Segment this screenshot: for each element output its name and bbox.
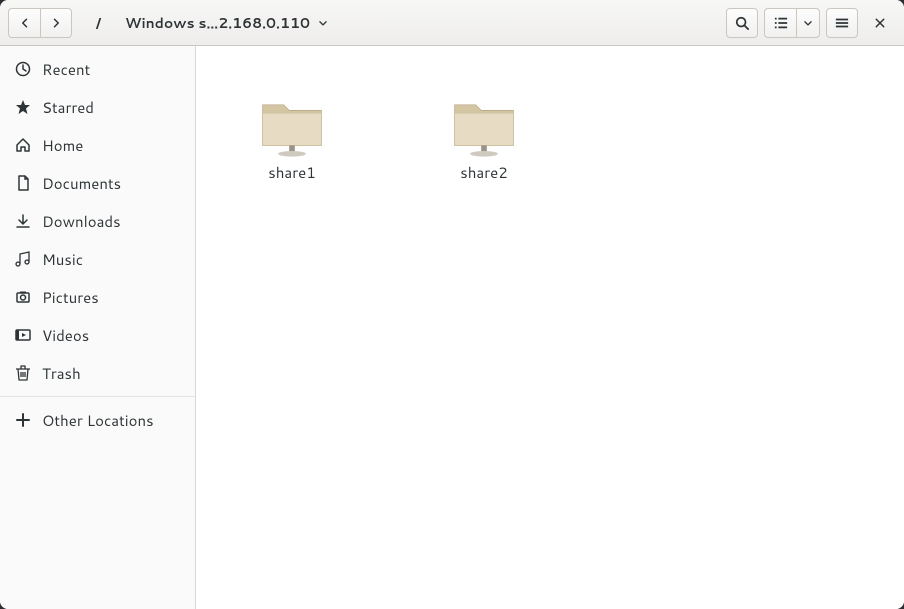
main-area: Recent Starred Home Documents Downloads …: [0, 46, 904, 609]
folder-label: share2: [460, 162, 507, 183]
plus-icon: [14, 412, 32, 428]
sidebar-item-label: Videos: [42, 325, 89, 346]
sidebar-item-label: Music: [42, 249, 83, 270]
sidebar-item-other-locations[interactable]: Other Locations: [0, 401, 195, 439]
videos-icon: [14, 327, 32, 343]
sidebar-item-home[interactable]: Home: [0, 126, 195, 164]
network-folder-icon: [244, 62, 340, 158]
star-icon: [14, 99, 32, 115]
file-manager-window: / Windows s…2.168.0.110: [0, 0, 904, 609]
sidebar-separator: [0, 396, 195, 397]
search-icon: [735, 16, 749, 30]
view-toggle-button[interactable]: [764, 8, 796, 38]
chevron-down-icon: [803, 18, 813, 28]
documents-icon: [14, 175, 32, 191]
list-view-icon: [774, 16, 788, 30]
sidebar-item-downloads[interactable]: Downloads: [0, 202, 195, 240]
chevron-left-icon: [19, 17, 31, 29]
hamburger-icon: [835, 16, 849, 30]
hamburger-menu-button[interactable]: [826, 8, 858, 38]
network-folder-icon: [436, 62, 532, 158]
icons-grid: share1 share2: [196, 62, 904, 183]
sidebar-item-trash[interactable]: Trash: [0, 354, 195, 392]
search-button[interactable]: [726, 8, 758, 38]
sidebar-item-documents[interactable]: Documents: [0, 164, 195, 202]
clock-icon: [14, 61, 32, 77]
forward-button[interactable]: [40, 8, 72, 38]
folder-item[interactable]: share1: [196, 62, 388, 183]
path-root[interactable]: /: [86, 7, 111, 39]
folder-label: share1: [268, 162, 315, 183]
folder-item[interactable]: share2: [388, 62, 580, 183]
sidebar-item-starred[interactable]: Starred: [0, 88, 195, 126]
path-current[interactable]: Windows s…2.168.0.110: [115, 7, 338, 39]
sidebar-item-label: Home: [42, 135, 83, 156]
sidebar-item-videos[interactable]: Videos: [0, 316, 195, 354]
sidebar-item-label: Downloads: [42, 211, 121, 232]
sidebar-item-recent[interactable]: Recent: [0, 50, 195, 88]
music-icon: [14, 251, 32, 267]
sidebar-item-label: Trash: [42, 363, 81, 384]
sidebar-item-label: Other Locations: [42, 410, 154, 431]
path-current-label: Windows s…2.168.0.110: [125, 13, 310, 33]
pictures-icon: [14, 289, 32, 305]
nav-buttons: [8, 8, 72, 38]
view-buttons: [764, 8, 820, 38]
sidebar-item-label: Starred: [42, 97, 94, 118]
trash-icon: [14, 365, 32, 381]
close-button[interactable]: [864, 8, 896, 38]
pathbar: / Windows s…2.168.0.110: [86, 7, 338, 39]
sidebar-item-pictures[interactable]: Pictures: [0, 278, 195, 316]
chevron-right-icon: [50, 17, 62, 29]
sidebar-item-label: Pictures: [42, 287, 99, 308]
close-icon: [874, 17, 886, 29]
downloads-icon: [14, 213, 32, 229]
sidebar-item-label: Documents: [42, 173, 121, 194]
view-options-button[interactable]: [796, 8, 820, 38]
content-view[interactable]: share1 share2: [196, 46, 904, 609]
titlebar: / Windows s…2.168.0.110: [0, 0, 904, 46]
back-button[interactable]: [8, 8, 40, 38]
sidebar-item-music[interactable]: Music: [0, 240, 195, 278]
home-icon: [14, 137, 32, 153]
sidebar-item-label: Recent: [42, 59, 90, 80]
chevron-down-icon: [318, 18, 328, 28]
sidebar: Recent Starred Home Documents Downloads …: [0, 46, 196, 609]
